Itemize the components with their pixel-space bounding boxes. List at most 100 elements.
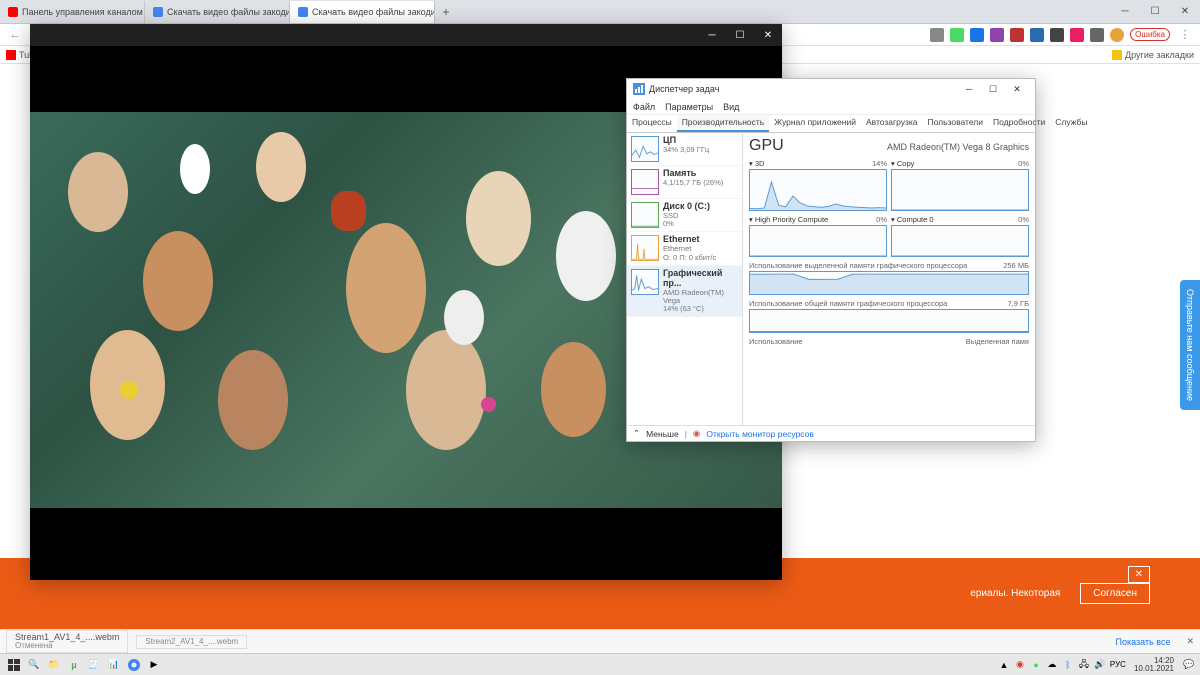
app-icon[interactable]: 🧾: [84, 656, 104, 674]
other-bookmarks[interactable]: Другие закладки: [1112, 50, 1194, 60]
maximize-button[interactable]: ☐: [981, 80, 1005, 98]
video-titlebar[interactable]: ─ ☐ ✕: [30, 24, 782, 46]
menu-file[interactable]: Файл: [633, 102, 655, 112]
notifications-button[interactable]: 💬: [1182, 656, 1196, 674]
graph-hpc-dropdown[interactable]: ▾ High Priority Compute: [749, 215, 828, 224]
downloads-close-button[interactable]: ✕: [1186, 636, 1194, 647]
sidebar-cpu[interactable]: ЦП34% 3,09 ГГц: [627, 133, 742, 166]
tab-app-history[interactable]: Журнал приложений: [769, 115, 861, 132]
extension-icon[interactable]: [990, 28, 1004, 42]
dedicated-label: Выделенная памя: [966, 337, 1029, 346]
bluetooth-icon[interactable]: ᛒ: [1062, 656, 1074, 674]
close-button[interactable]: ✕: [754, 24, 782, 46]
media-player-icon[interactable]: ▶: [144, 656, 164, 674]
graph-copy-dropdown[interactable]: ▾ Copy: [891, 159, 914, 168]
memory-mini-graph: [631, 169, 659, 195]
gpu-hpc-graph[interactable]: [749, 225, 887, 257]
close-button[interactable]: ✕: [1005, 80, 1029, 98]
fewer-details-button[interactable]: Меньше: [646, 429, 679, 439]
utorrent-icon[interactable]: μ: [64, 656, 84, 674]
puzzle-icon[interactable]: [1090, 28, 1104, 42]
youtube-icon: [8, 7, 18, 17]
gpu-3d-graph[interactable]: [749, 169, 887, 211]
browser-tab-1[interactable]: Скачать видео файлы закодир... ×: [145, 1, 290, 23]
minimize-button[interactable]: ─: [698, 24, 726, 46]
tab-services[interactable]: Службы: [1050, 115, 1092, 132]
tab-performance[interactable]: Производительность: [677, 115, 770, 132]
perf-sidebar: ЦП34% 3,09 ГГц Память4,1/15,7 ГБ (26%) Д…: [627, 133, 743, 425]
task-manager-titlebar[interactable]: Диспетчер задач ─ ☐ ✕: [627, 79, 1035, 99]
feedback-side-tab[interactable]: Отправьте нам сообщение: [1180, 280, 1200, 410]
sidebar-disk[interactable]: Диск 0 (C:)SSD0%: [627, 199, 742, 232]
extension-icon[interactable]: [1030, 28, 1044, 42]
gpu-dedicated-mem-graph[interactable]: [749, 271, 1029, 295]
menu-button[interactable]: ⋮: [1176, 26, 1194, 44]
tab-label: Панель управления каналом - ...: [22, 7, 145, 17]
maximize-button[interactable]: ☐: [726, 24, 754, 46]
tray-icon[interactable]: ▲: [998, 656, 1010, 674]
language-indicator[interactable]: РУС: [1110, 656, 1126, 674]
tray-icon[interactable]: ☁: [1046, 656, 1058, 674]
network-icon[interactable]: 🖧: [1078, 656, 1090, 674]
cookie-text: ериалы. Некоторая: [970, 588, 1060, 599]
sidebar-gpu[interactable]: Графический пр...AMD Radeon(TM) Vega14% …: [627, 266, 742, 318]
menu-options[interactable]: Параметры: [665, 102, 713, 112]
new-tab-button[interactable]: +: [435, 5, 457, 19]
avatar-icon[interactable]: [1110, 28, 1124, 42]
volume-icon[interactable]: 🔊: [1094, 656, 1106, 674]
menu-view[interactable]: Вид: [723, 102, 739, 112]
cookie-accept-button[interactable]: Согласен: [1080, 583, 1150, 604]
error-chip[interactable]: Ошибка: [1130, 28, 1170, 41]
extension-icon[interactable]: [1070, 28, 1084, 42]
task-manager-taskbar-icon[interactable]: 📊: [104, 656, 124, 674]
maximize-button[interactable]: ☐: [1140, 1, 1170, 23]
file-explorer-icon[interactable]: 📁: [44, 656, 64, 674]
download-item[interactable]: Stream2_AV1_4_....webm: [136, 635, 247, 649]
extension-icon[interactable]: [930, 28, 944, 42]
favicon-icon: [298, 7, 308, 17]
close-button[interactable]: ✕: [1170, 1, 1200, 23]
browser-tab-0[interactable]: Панель управления каналом - ... ×: [0, 1, 145, 23]
tab-users[interactable]: Пользователи: [923, 115, 988, 132]
task-manager-window: Диспетчер задач ─ ☐ ✕ Файл Параметры Вид…: [626, 78, 1036, 442]
cookie-close-button[interactable]: ✕: [1128, 566, 1150, 583]
favicon-icon: [153, 7, 163, 17]
extension-icon[interactable]: [970, 28, 984, 42]
gpu-compute-graph[interactable]: [891, 225, 1029, 257]
graph-compute-dropdown[interactable]: ▾ Compute 0: [891, 215, 934, 224]
extension-icon[interactable]: [1050, 28, 1064, 42]
extension-icon[interactable]: [950, 28, 964, 42]
task-manager-menu: Файл Параметры Вид: [627, 99, 1035, 115]
chrome-icon[interactable]: [124, 656, 144, 674]
gpu-shared-mem-graph[interactable]: [749, 309, 1029, 333]
tab-startup[interactable]: Автозагрузка: [861, 115, 923, 132]
minimize-button[interactable]: ─: [1110, 1, 1140, 23]
open-resource-monitor[interactable]: Открыть монитор ресурсов: [706, 429, 814, 439]
graph-3d-dropdown[interactable]: ▾ 3D: [749, 159, 764, 168]
tab-details[interactable]: Подробности: [988, 115, 1050, 132]
window-title: Диспетчер задач: [649, 84, 719, 94]
downloads-show-all[interactable]: Показать все: [1116, 637, 1171, 647]
sidebar-ethernet[interactable]: EthernetEthernetО: 0 П: 0 кбит/с: [627, 232, 742, 265]
resource-monitor-icon: ◉: [693, 428, 700, 439]
browser-tabstrip: Панель управления каналом - ... × Скачат…: [0, 0, 1200, 24]
tab-processes[interactable]: Процессы: [627, 115, 677, 132]
minimize-button[interactable]: ─: [957, 80, 981, 98]
collapse-icon[interactable]: ⌃: [633, 428, 640, 439]
download-item[interactable]: Stream1_AV1_4_....webm Отменена: [6, 630, 128, 653]
search-button[interactable]: 🔍: [24, 656, 44, 674]
task-manager-tabs: Процессы Производительность Журнал прило…: [627, 115, 1035, 133]
start-button[interactable]: [4, 656, 24, 674]
sidebar-memory[interactable]: Память4,1/15,7 ГБ (26%): [627, 166, 742, 199]
extension-icon[interactable]: [1010, 28, 1024, 42]
disk-mini-graph: [631, 202, 659, 228]
tray-icon[interactable]: ●: [1030, 656, 1042, 674]
taskbar-clock[interactable]: 14:20 10.01.2021: [1130, 657, 1178, 673]
gpu-copy-graph[interactable]: [891, 169, 1029, 211]
tray-icon[interactable]: ◉: [1014, 656, 1026, 674]
windows-taskbar: 🔍 📁 μ 🧾 📊 ▶ ▲ ◉ ● ☁ ᛒ 🖧 🔊 РУС 14:20 10.0…: [0, 653, 1200, 675]
back-button[interactable]: ←: [6, 26, 24, 44]
tab-label: Скачать видео файлы закодир...: [167, 7, 290, 17]
cpu-mini-graph: [631, 136, 659, 162]
browser-tab-2[interactable]: Скачать видео файлы закодир... ×: [290, 1, 435, 23]
